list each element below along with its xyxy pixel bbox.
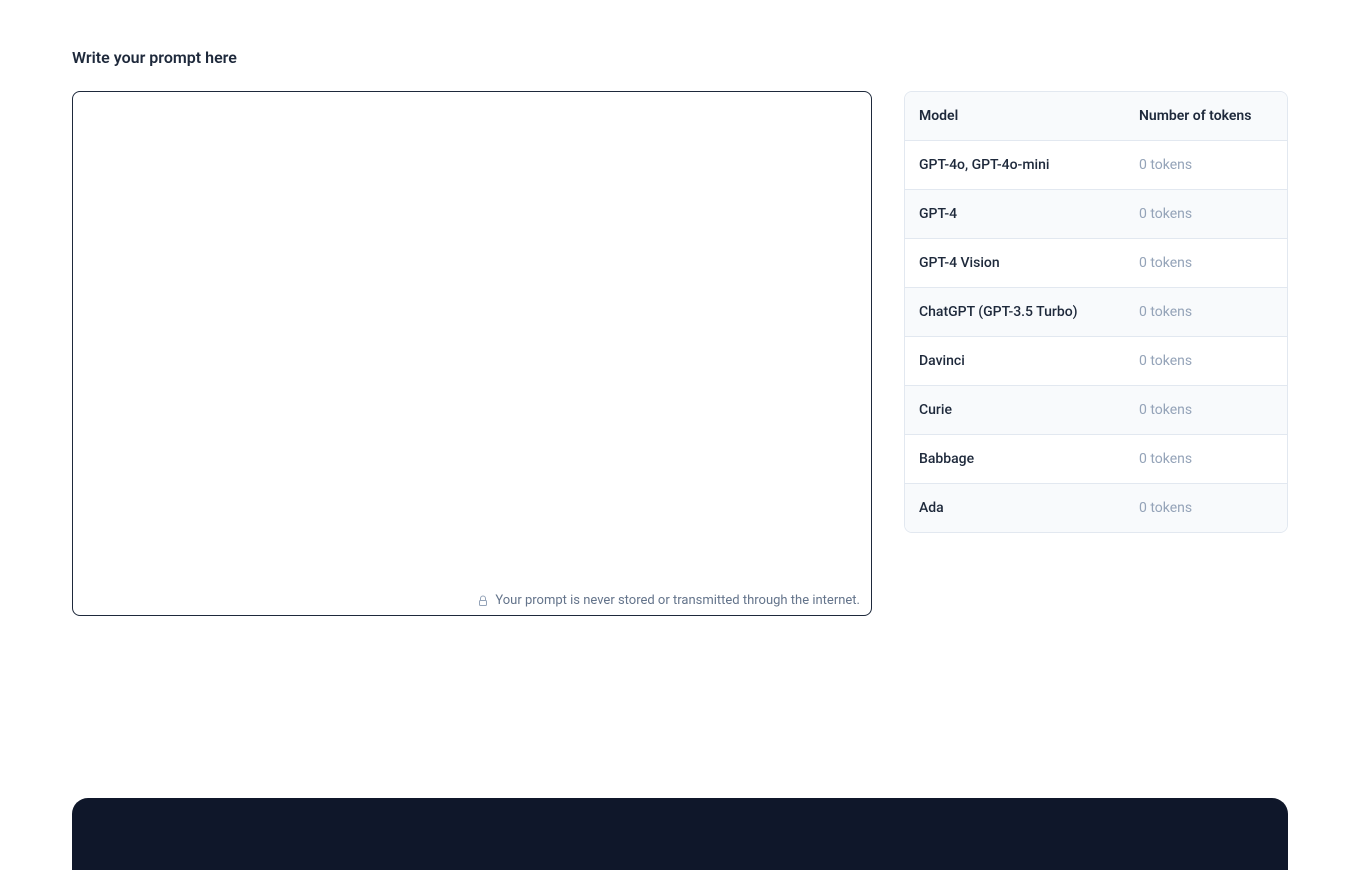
model-name-cell: ChatGPT (GPT-3.5 Turbo) xyxy=(905,288,1125,336)
model-name-cell: Babbage xyxy=(905,435,1125,483)
token-count-cell: 0 tokens xyxy=(1125,435,1287,483)
token-count-cell: 0 tokens xyxy=(1125,337,1287,385)
table-body: GPT-4o, GPT-4o-mini 0 tokens GPT-4 0 tok… xyxy=(905,141,1287,532)
table-row: GPT-4 Vision 0 tokens xyxy=(905,239,1287,288)
model-name-cell: GPT-4o, GPT-4o-mini xyxy=(905,141,1125,189)
table-header-model: Model xyxy=(905,92,1125,140)
page-title: Write your prompt here xyxy=(72,48,1288,67)
table-row: Babbage 0 tokens xyxy=(905,435,1287,484)
model-name-cell: GPT-4 Vision xyxy=(905,239,1125,287)
table-row: GPT-4o, GPT-4o-mini 0 tokens xyxy=(905,141,1287,190)
privacy-note-text: Your prompt is never stored or transmitt… xyxy=(495,593,860,608)
table-row: ChatGPT (GPT-3.5 Turbo) 0 tokens xyxy=(905,288,1287,337)
lock-icon xyxy=(477,595,489,607)
privacy-note: Your prompt is never stored or transmitt… xyxy=(477,593,860,608)
table-row: Curie 0 tokens xyxy=(905,386,1287,435)
token-count-cell: 0 tokens xyxy=(1125,239,1287,287)
token-count-cell: 0 tokens xyxy=(1125,190,1287,238)
bottom-panel xyxy=(72,798,1288,870)
model-name-cell: GPT-4 xyxy=(905,190,1125,238)
token-count-table: Model Number of tokens GPT-4o, GPT-4o-mi… xyxy=(904,91,1288,533)
table-row: GPT-4 0 tokens xyxy=(905,190,1287,239)
prompt-textarea[interactable] xyxy=(72,91,872,616)
token-count-cell: 0 tokens xyxy=(1125,141,1287,189)
token-count-cell: 0 tokens xyxy=(1125,288,1287,336)
table-header-tokens: Number of tokens xyxy=(1125,92,1287,140)
model-name-cell: Curie xyxy=(905,386,1125,434)
token-count-cell: 0 tokens xyxy=(1125,484,1287,532)
table-row: Davinci 0 tokens xyxy=(905,337,1287,386)
prompt-input-wrapper: Your prompt is never stored or transmitt… xyxy=(72,91,872,620)
model-name-cell: Ada xyxy=(905,484,1125,532)
table-row: Ada 0 tokens xyxy=(905,484,1287,532)
table-header-row: Model Number of tokens xyxy=(905,92,1287,141)
model-name-cell: Davinci xyxy=(905,337,1125,385)
token-count-cell: 0 tokens xyxy=(1125,386,1287,434)
